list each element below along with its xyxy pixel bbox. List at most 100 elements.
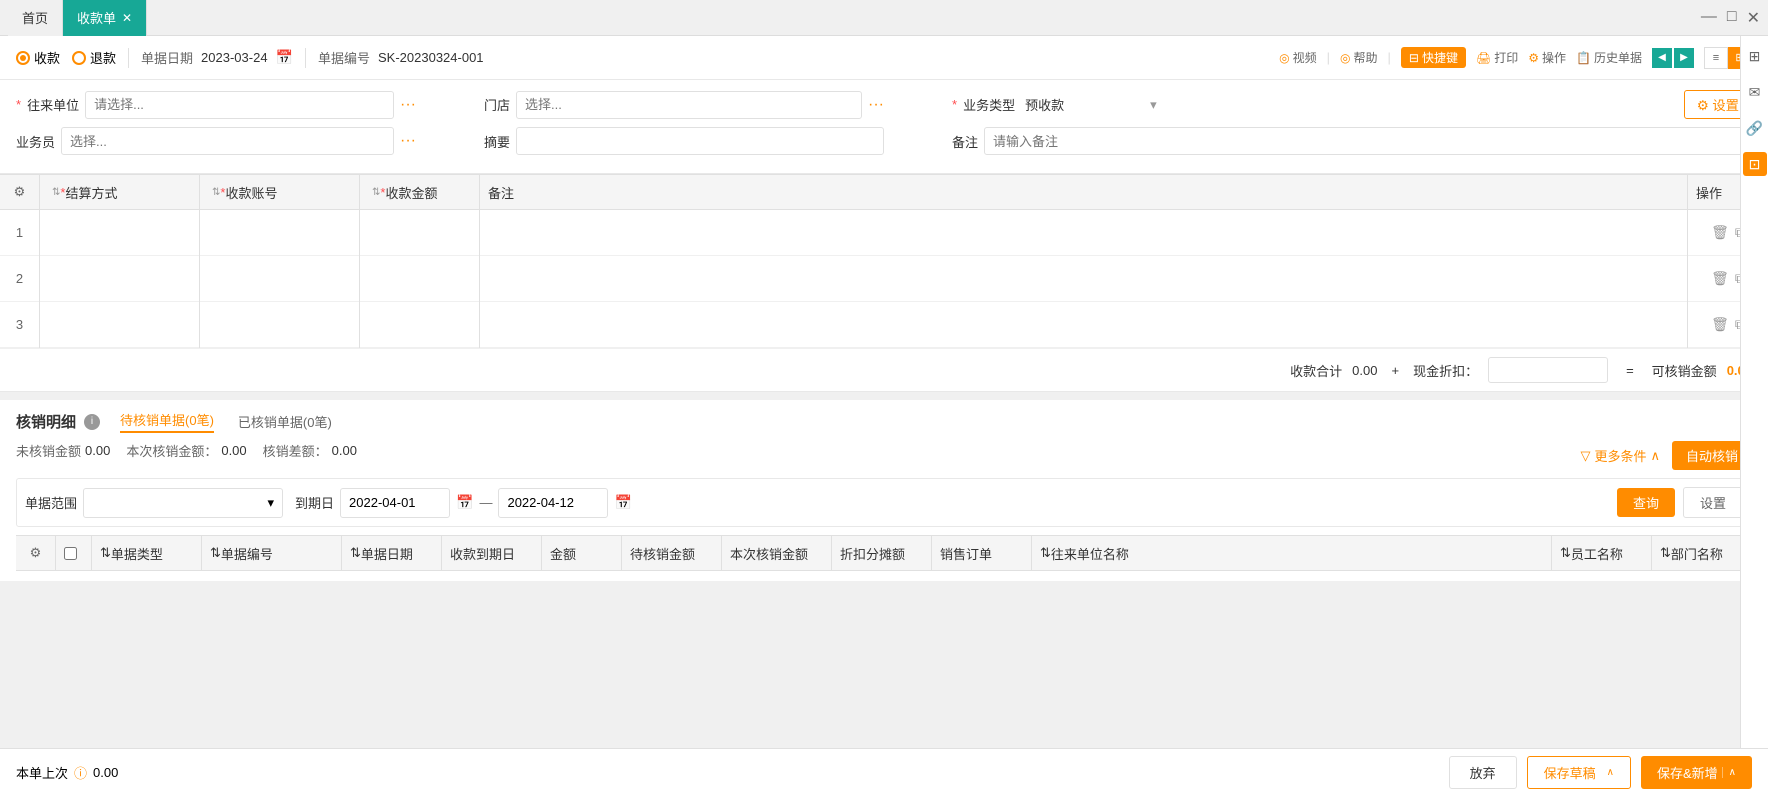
date-calendar-icon[interactable]: 📅 bbox=[276, 49, 293, 66]
filter-right: 查询 设置 bbox=[1617, 487, 1743, 518]
row-3-account-input[interactable] bbox=[204, 310, 355, 340]
row-2-amount[interactable] bbox=[360, 256, 480, 302]
sub-th-staff: ⇅ 员工名称 bbox=[1552, 535, 1652, 571]
ops-action[interactable]: ⚙ 操作 bbox=[1528, 49, 1566, 66]
refund-radio[interactable]: 退款 bbox=[72, 48, 116, 67]
date-value[interactable]: 2023-03-24 bbox=[201, 50, 268, 65]
video-label: 视频 bbox=[1293, 49, 1317, 66]
maximize-btn[interactable]: □ bbox=[1727, 8, 1737, 28]
tab-receipt[interactable]: 收款单 ✕ bbox=[63, 0, 147, 36]
row-2-remark-input[interactable] bbox=[484, 264, 1683, 294]
nav-next-btn[interactable]: ▶ bbox=[1674, 48, 1694, 68]
sub-th-amount: 金额 bbox=[542, 535, 622, 571]
tab-close-icon[interactable]: ✕ bbox=[122, 11, 132, 25]
shortcut-action[interactable]: ⊟ 快捷键 bbox=[1401, 47, 1466, 68]
date-to-calendar-icon[interactable]: 📅 bbox=[614, 494, 631, 511]
row-1-remark-input[interactable] bbox=[484, 218, 1683, 248]
row-2-remark[interactable] bbox=[480, 256, 1688, 302]
select-all-checkbox[interactable] bbox=[64, 547, 77, 560]
side-table-icon[interactable]: ⊞ bbox=[1743, 44, 1767, 68]
video-action[interactable]: ◎ 视频 bbox=[1279, 49, 1317, 66]
close-btn[interactable]: ✕ bbox=[1747, 8, 1760, 28]
sub-th-pending: 待核销金额 bbox=[622, 535, 722, 571]
save-new-btn[interactable]: 保存&新增 ∧ bbox=[1641, 756, 1752, 789]
row-2-settle[interactable] bbox=[40, 256, 200, 302]
row-2-delete-icon[interactable]: 🗑 bbox=[1711, 270, 1729, 287]
row-1-account-input[interactable] bbox=[204, 218, 355, 248]
row-3-amount-input[interactable] bbox=[364, 310, 475, 340]
staff-more-btn[interactable]: ··· bbox=[400, 132, 416, 150]
row-2-settle-input[interactable] bbox=[44, 264, 195, 294]
history-action[interactable]: 📋 历史单据 bbox=[1576, 49, 1642, 66]
store-label: 门店 bbox=[484, 95, 510, 114]
recon-title: 核销明细 bbox=[16, 411, 76, 432]
remark-input[interactable] bbox=[984, 127, 1752, 155]
row-1-remark[interactable] bbox=[480, 210, 1688, 256]
row-3-settle-input[interactable] bbox=[44, 310, 195, 340]
minimize-btn[interactable]: — bbox=[1701, 8, 1717, 28]
table-header: ⚙ ⇅ * 结算方式 ⇅ * 收款账号 ⇅ * 收款金额 备注 操作 bbox=[0, 174, 1768, 210]
row-3-settle[interactable] bbox=[40, 302, 200, 348]
discount-input[interactable] bbox=[1488, 357, 1608, 383]
row-1-delete-icon[interactable]: 🗑 bbox=[1711, 224, 1729, 241]
store-input[interactable] bbox=[516, 91, 862, 119]
history-label: 历史单据 bbox=[1594, 49, 1642, 66]
row-3-amount[interactable] bbox=[360, 302, 480, 348]
number-value[interactable]: SK-20230324-001 bbox=[378, 50, 484, 65]
ops-label: 操作 bbox=[1542, 49, 1566, 66]
partner-more-btn[interactable]: ··· bbox=[400, 96, 416, 114]
query-btn[interactable]: 查询 bbox=[1617, 488, 1675, 517]
side-expand-icon[interactable]: ⊡ bbox=[1743, 152, 1767, 176]
biz-type-dropdown-icon[interactable]: ▾ bbox=[1150, 97, 1157, 113]
print-action[interactable]: 🖨 打印 bbox=[1476, 49, 1518, 66]
list-view-btn[interactable]: ≡ bbox=[1704, 47, 1728, 69]
nav-prev-btn[interactable]: ◀ bbox=[1652, 48, 1672, 68]
recon-info-icon[interactable]: i bbox=[84, 414, 100, 430]
date-from-input[interactable] bbox=[340, 488, 450, 518]
row-3-remark-input[interactable] bbox=[484, 310, 1683, 340]
range-select[interactable]: ▾ bbox=[83, 488, 283, 518]
row-1-settle[interactable] bbox=[40, 210, 200, 256]
bottom-left: 本单上次 ⓘ 0.00 bbox=[16, 763, 118, 782]
bottom-info-icon[interactable]: ⓘ bbox=[74, 763, 87, 782]
sub-settings-icon[interactable]: ⚙ bbox=[16, 535, 56, 571]
side-email-icon[interactable]: ✉ bbox=[1743, 80, 1767, 104]
settings-icon: ⚙ bbox=[1697, 98, 1709, 113]
row-1-settle-input[interactable] bbox=[44, 218, 195, 248]
draft-dropdown-icon[interactable]: ∧ bbox=[1600, 767, 1614, 778]
row-1-amount[interactable] bbox=[360, 210, 480, 256]
row-2-account-input[interactable] bbox=[204, 264, 355, 294]
help-action[interactable]: ◎ 帮助 bbox=[1340, 49, 1378, 66]
staff-input[interactable] bbox=[61, 127, 394, 155]
table-settings-icon[interactable]: ⚙ bbox=[0, 174, 40, 210]
filter-row: 单据范围 ▾ 到期日 📅 — 📅 查询 设置 bbox=[16, 478, 1752, 527]
summary-input[interactable] bbox=[516, 127, 884, 155]
th-settle: ⇅ * 结算方式 bbox=[40, 174, 200, 210]
side-attachment-icon[interactable]: 🔗 bbox=[1743, 116, 1767, 140]
sub-th-due-label: 收款到期日 bbox=[450, 544, 515, 563]
abandon-btn[interactable]: 放弃 bbox=[1449, 756, 1517, 789]
row-3-delete-icon[interactable]: 🗑 bbox=[1711, 316, 1729, 333]
filter-settings-btn[interactable]: 设置 bbox=[1683, 487, 1743, 518]
sub-th-checkbox[interactable] bbox=[56, 535, 92, 571]
row-3-remark[interactable] bbox=[480, 302, 1688, 348]
row-2-account[interactable] bbox=[200, 256, 360, 302]
row-1-account[interactable] bbox=[200, 210, 360, 256]
store-more-btn[interactable]: ··· bbox=[868, 96, 884, 114]
row-3-account[interactable] bbox=[200, 302, 360, 348]
tab-bar: 首页 收款单 ✕ — □ ✕ bbox=[0, 0, 1768, 36]
tab-home[interactable]: 首页 bbox=[8, 0, 63, 36]
done-tab[interactable]: 已核销单据(0笔) bbox=[238, 412, 332, 431]
partner-input[interactable] bbox=[85, 91, 394, 119]
receipt-radio-dot bbox=[16, 51, 30, 65]
date-from-calendar-icon[interactable]: 📅 bbox=[456, 494, 473, 511]
row-2-amount-input[interactable] bbox=[364, 264, 475, 294]
row-num-3: 3 bbox=[0, 302, 40, 348]
row-1-amount-input[interactable] bbox=[364, 218, 475, 248]
receipt-radio[interactable]: 收款 bbox=[16, 48, 60, 67]
save-new-dropdown-icon[interactable]: ∧ bbox=[1722, 767, 1736, 778]
more-conditions-btn[interactable]: ▽ 更多条件 ∧ bbox=[1580, 446, 1660, 465]
date-to-input[interactable] bbox=[498, 488, 608, 518]
pending-tab[interactable]: 待核销单据(0笔) bbox=[120, 410, 214, 433]
draft-btn[interactable]: 保存草稿 ∧ bbox=[1527, 756, 1631, 789]
